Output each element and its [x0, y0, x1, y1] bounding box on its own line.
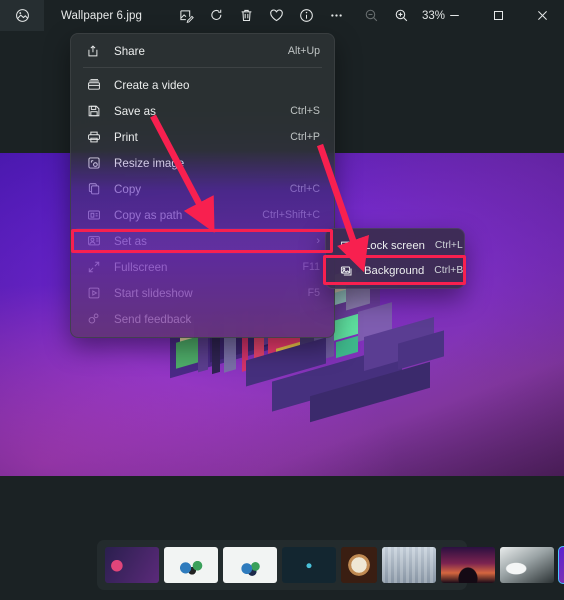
context-menu[interactable]: Share Alt+Up Create a video Save as Ctrl… — [70, 33, 335, 338]
info-button[interactable] — [291, 2, 321, 30]
more-button[interactable] — [321, 2, 351, 30]
delete-button[interactable] — [231, 2, 261, 30]
menu-item-create-a-video[interactable]: Create a video — [74, 72, 331, 98]
image-toolbar — [171, 0, 351, 31]
minimize-button[interactable] — [432, 0, 476, 31]
thumbnail-4[interactable] — [282, 547, 336, 583]
menu-item-save-as[interactable]: Save as Ctrl+S — [74, 98, 331, 124]
close-button[interactable] — [520, 0, 564, 31]
favorite-button[interactable] — [261, 2, 291, 30]
thumbnail-3[interactable] — [223, 547, 277, 583]
submenu-accelerator: Ctrl+B — [434, 265, 464, 276]
menu-item-start-slideshow[interactable]: Start slideshow F5 — [74, 280, 331, 306]
set-as-submenu[interactable]: Lock screen Ctrl+L Background Ctrl+B — [325, 228, 465, 289]
menu-item-resize-image[interactable]: Resize image — [74, 150, 331, 176]
menu-accelerator: F5 — [307, 287, 320, 299]
submenu-accelerator: Ctrl+L — [434, 240, 463, 251]
menu-label: Start slideshow — [114, 286, 193, 300]
photos-app-icon — [0, 0, 44, 31]
share-icon — [86, 43, 102, 59]
thumbnail-5[interactable] — [341, 547, 377, 583]
copy-path-icon — [86, 207, 102, 223]
slideshow-icon — [86, 285, 102, 301]
menu-accelerator: Alt+Up — [287, 45, 320, 57]
menu-label: Copy as path — [114, 208, 183, 222]
fullscreen-icon — [86, 259, 102, 275]
thumbnail-8[interactable] — [500, 547, 554, 583]
menu-accelerator: Ctrl+S — [290, 105, 320, 117]
menu-accelerator: F11 — [302, 261, 320, 273]
menu-item-copy-as-path[interactable]: Copy as path Ctrl+Shift+C — [74, 202, 331, 228]
menu-item-print[interactable]: Print Ctrl+P — [74, 124, 331, 150]
menu-item-set-as[interactable]: Set as › — [74, 228, 331, 254]
menu-item-fullscreen[interactable]: Fullscreen F11 — [74, 254, 331, 280]
menu-label: Resize image — [114, 156, 185, 170]
thumbnail-6[interactable] — [382, 547, 436, 583]
photos-viewer-window: Wallpaper 6.jpg 33% Share Alt+Up Create … — [0, 0, 564, 600]
window-controls — [432, 0, 564, 31]
set-as-icon — [86, 233, 102, 249]
menu-label: Save as — [114, 104, 156, 118]
menu-label: Fullscreen — [114, 260, 168, 274]
save-icon — [86, 103, 102, 119]
zoom-out-button[interactable] — [356, 2, 386, 30]
menu-label: Send feedback — [114, 312, 192, 326]
menu-label: Print — [114, 130, 138, 144]
chevron-right-icon: › — [316, 235, 320, 247]
menu-item-send-feedback[interactable]: Send feedback — [74, 306, 331, 332]
menu-accelerator: Ctrl+P — [290, 131, 320, 143]
zoom-in-button[interactable] — [386, 2, 416, 30]
menu-separator — [83, 67, 322, 68]
thumbnail-filmstrip[interactable] — [97, 540, 564, 590]
title-bar: Wallpaper 6.jpg 33% — [0, 0, 564, 31]
thumbnail-7[interactable] — [441, 547, 495, 583]
menu-accelerator: Ctrl+Shift+C — [262, 209, 320, 221]
maximize-button[interactable] — [476, 0, 520, 31]
window-title: Wallpaper 6.jpg — [61, 9, 142, 22]
menu-accelerator: Ctrl+C — [289, 183, 320, 195]
menu-label: Share — [114, 44, 145, 58]
background-icon — [339, 263, 355, 279]
rotate-button[interactable] — [201, 2, 231, 30]
thumbnail-1[interactable] — [105, 547, 159, 583]
submenu-label: Background — [364, 264, 425, 277]
edit-image-button[interactable] — [171, 2, 201, 30]
menu-label: Set as — [114, 234, 147, 248]
lock-screen-icon — [339, 238, 355, 254]
resize-icon — [86, 155, 102, 171]
menu-label: Copy — [114, 182, 142, 196]
video-icon — [86, 77, 102, 93]
copy-icon — [86, 181, 102, 197]
menu-label: Create a video — [114, 78, 190, 92]
print-icon — [86, 129, 102, 145]
thumbnail-2[interactable] — [164, 547, 218, 583]
menu-item-copy[interactable]: Copy Ctrl+C — [74, 176, 331, 202]
feedback-icon — [86, 311, 102, 327]
menu-item-share[interactable]: Share Alt+Up — [74, 38, 331, 64]
submenu-label: Lock screen — [364, 239, 425, 252]
submenu-item-lock-screen[interactable]: Lock screen Ctrl+L — [329, 233, 463, 258]
submenu-item-background[interactable]: Background Ctrl+B — [329, 258, 464, 283]
thumbnail-9[interactable] — [558, 546, 564, 584]
